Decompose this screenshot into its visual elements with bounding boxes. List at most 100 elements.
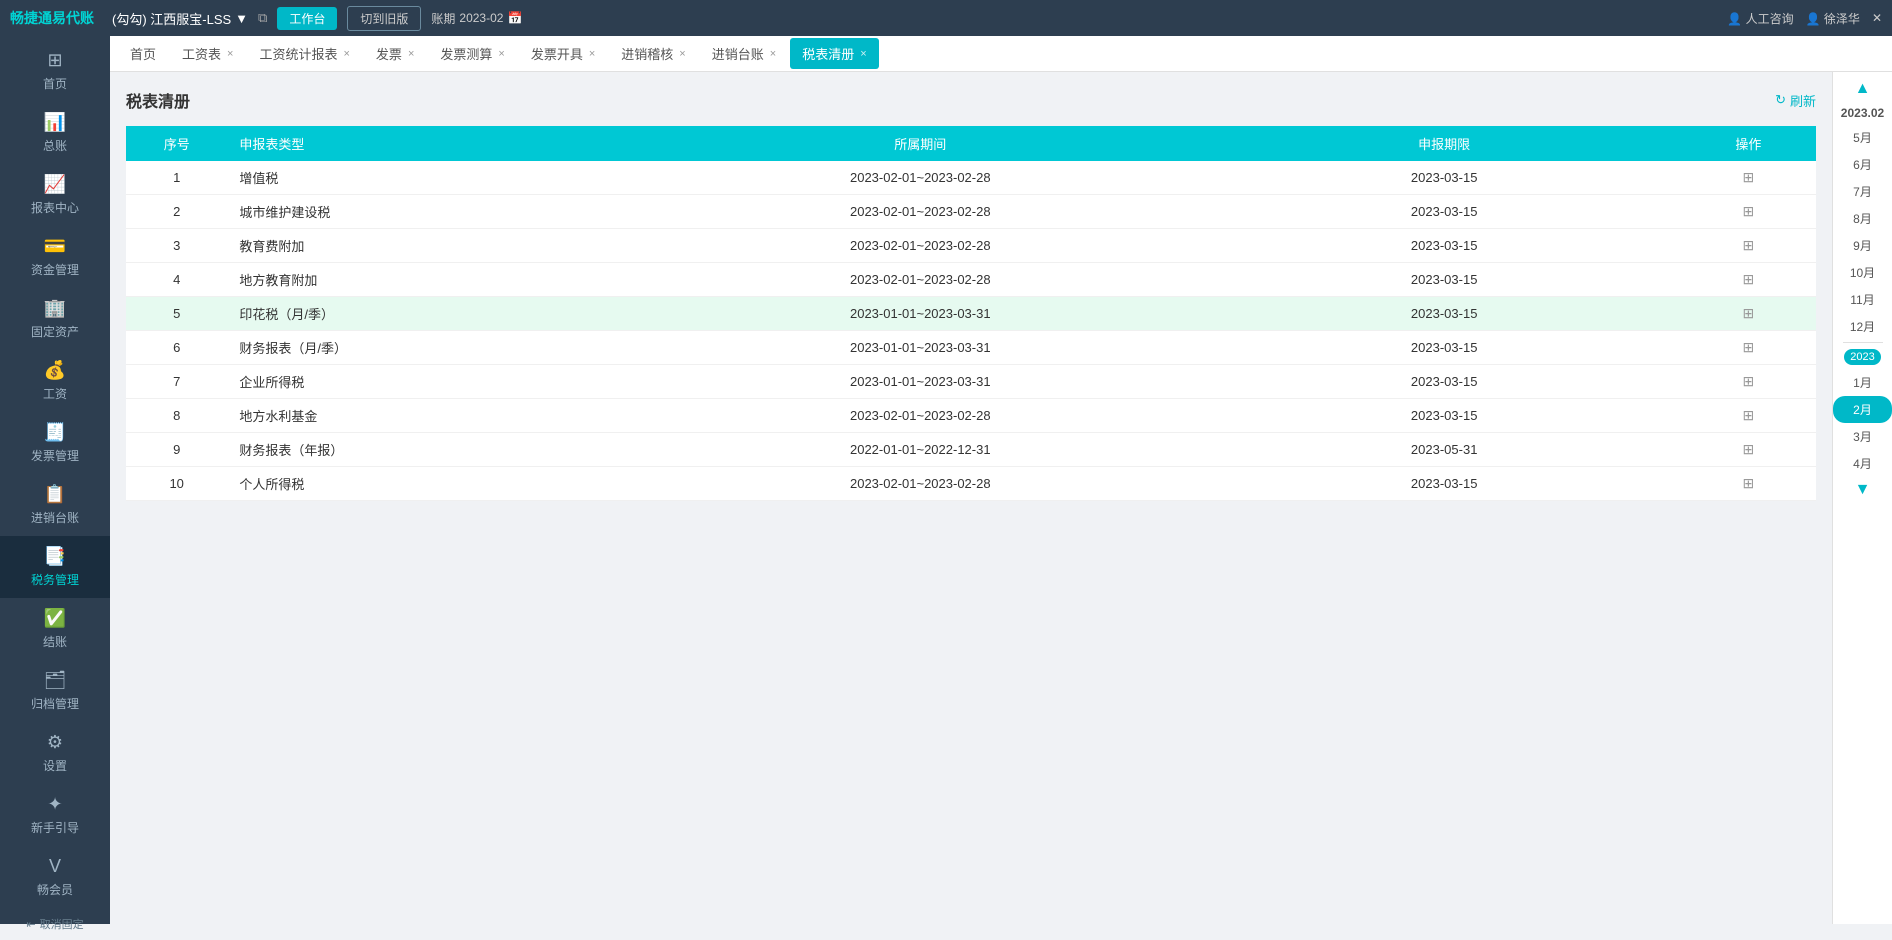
sidebar-item-ledger[interactable]: 📊 总账	[0, 102, 110, 164]
file-icon[interactable]: ⊞	[1743, 203, 1755, 219]
refresh-icon: ↻	[1775, 92, 1786, 108]
scroll-up-icon[interactable]: ▲	[1851, 76, 1875, 102]
tab-invoice-issue[interactable]: 发票开具 ×	[519, 38, 607, 69]
sidebar-item-home[interactable]: ⊞ 首页	[0, 40, 110, 102]
month-12[interactable]: 12月	[1833, 313, 1892, 340]
cell-action[interactable]: ⊞	[1681, 331, 1816, 365]
sidebar-item-assets[interactable]: 🏢 固定资产	[0, 288, 110, 350]
month-7[interactable]: 7月	[1833, 178, 1892, 205]
cell-action[interactable]: ⊞	[1681, 467, 1816, 501]
cell-action[interactable]: ⊞	[1681, 195, 1816, 229]
tab-purchasesales-ledger[interactable]: 进销台账 ×	[700, 38, 788, 69]
sidebar-item-funds[interactable]: 💳 资金管理	[0, 226, 110, 288]
sidebar-item-label: 新手引导	[31, 819, 79, 836]
tab-close-icon[interactable]: ×	[860, 48, 866, 60]
file-icon[interactable]: ⊞	[1743, 475, 1755, 491]
sidebar-item-guide[interactable]: ✦ 新手引导	[0, 784, 110, 846]
cell-action[interactable]: ⊞	[1681, 297, 1816, 331]
cell-period: 2023-01-01~2023-03-31	[633, 331, 1208, 365]
tab-tax-list[interactable]: 税表清册 ×	[790, 38, 878, 69]
tab-close-icon[interactable]: ×	[679, 48, 685, 60]
month-10[interactable]: 10月	[1833, 259, 1892, 286]
company-selector[interactable]: (勾勾) 江西服宝-LSS ▼	[112, 9, 248, 28]
tab-payroll[interactable]: 工资表 ×	[170, 38, 245, 69]
switch-old-button[interactable]: 切到旧版	[347, 6, 421, 31]
file-icon[interactable]: ⊞	[1743, 271, 1755, 287]
cell-action[interactable]: ⊞	[1681, 365, 1816, 399]
unpin-button[interactable]: ⇤ 取消固定	[0, 908, 110, 940]
username[interactable]: 👤 徐泽华	[1806, 10, 1860, 27]
workspace-button[interactable]: 工作台	[277, 7, 337, 30]
sidebar: ⊞ 首页 📊 总账 📈 报表中心 💳 资金管理 🏢 固定资产 💰 工资 🧾 发票…	[0, 36, 110, 924]
home-icon: ⊞	[47, 50, 62, 71]
file-icon[interactable]: ⊞	[1743, 305, 1755, 321]
sidebar-item-close[interactable]: ✅ 结账	[0, 598, 110, 660]
sidebar-item-archive[interactable]: 🗂 归档管理	[0, 660, 110, 722]
cell-period: 2023-02-01~2023-02-28	[633, 195, 1208, 229]
cell-deadline: 2023-03-15	[1208, 365, 1681, 399]
cell-deadline: 2023-03-15	[1208, 467, 1681, 501]
tab-payroll-report[interactable]: 工资统计报表 ×	[247, 38, 361, 69]
cell-action[interactable]: ⊞	[1681, 263, 1816, 297]
month-2-active[interactable]: 2月	[1833, 396, 1892, 423]
tab-invoice-calc[interactable]: 发票测算 ×	[428, 38, 516, 69]
col-header-no: 序号	[126, 126, 227, 161]
table-row: 10个人所得税2023-02-01~2023-02-282023-03-15⊞	[126, 467, 1816, 501]
period-label: 账期	[431, 10, 455, 27]
calendar-icon[interactable]: 📅	[507, 11, 522, 25]
month-5[interactable]: 5月	[1833, 124, 1892, 151]
year-2023[interactable]: 2023	[1844, 349, 1880, 365]
sidebar-item-member[interactable]: V 畅会员	[0, 846, 110, 908]
file-icon[interactable]: ⊞	[1743, 169, 1755, 185]
sidebar-item-label: 归档管理	[31, 695, 79, 712]
app-logo: 畅捷通易代账	[10, 8, 94, 28]
sidebar-item-tax[interactable]: 📑 税务管理	[0, 536, 110, 598]
panel-header: 2023.02	[1839, 102, 1886, 124]
cell-action[interactable]: ⊞	[1681, 161, 1816, 195]
sidebar-item-reports[interactable]: 📈 报表中心	[0, 164, 110, 226]
sidebar-item-label: 工资	[43, 385, 67, 402]
scroll-down-icon[interactable]: ▼	[1851, 477, 1875, 503]
month-9[interactable]: 9月	[1833, 232, 1892, 259]
tax-table: 序号 申报表类型 所属期间 申报期限 操作 1增值税2023-02-01~202…	[126, 126, 1816, 501]
month-3[interactable]: 3月	[1833, 423, 1892, 450]
cell-action[interactable]: ⊞	[1681, 229, 1816, 263]
user-service[interactable]: 👤 人工咨询	[1727, 10, 1793, 27]
tab-home[interactable]: 首页	[118, 38, 168, 69]
cell-action[interactable]: ⊞	[1681, 433, 1816, 467]
tab-close-icon[interactable]: ×	[408, 48, 414, 60]
file-icon[interactable]: ⊞	[1743, 441, 1755, 457]
file-icon[interactable]: ⊞	[1743, 237, 1755, 253]
refresh-button[interactable]: ↻ 刷新	[1775, 91, 1816, 110]
period-selector[interactable]: 账期 2023-02 📅	[431, 10, 522, 27]
table-row: 1增值税2023-02-01~2023-02-282023-03-15⊞	[126, 161, 1816, 195]
tab-close-icon[interactable]: ×	[227, 48, 233, 60]
tax-icon: 📑	[44, 546, 66, 567]
sidebar-item-purchasesales[interactable]: 📋 进销台账	[0, 474, 110, 536]
cell-no: 10	[126, 467, 227, 501]
cell-action[interactable]: ⊞	[1681, 399, 1816, 433]
sidebar-item-invoice[interactable]: 🧾 发票管理	[0, 412, 110, 474]
close-window-icon[interactable]: ✕	[1872, 11, 1882, 25]
file-icon[interactable]: ⊞	[1743, 339, 1755, 355]
tab-invoice[interactable]: 发票 ×	[364, 38, 426, 69]
table-row: 2城市维护建设税2023-02-01~2023-02-282023-03-15⊞	[126, 195, 1816, 229]
tab-close-icon[interactable]: ×	[343, 48, 349, 60]
file-icon[interactable]: ⊞	[1743, 407, 1755, 423]
cell-no: 2	[126, 195, 227, 229]
tab-close-icon[interactable]: ×	[589, 48, 595, 60]
month-6[interactable]: 6月	[1833, 151, 1892, 178]
month-11[interactable]: 11月	[1833, 286, 1892, 313]
month-1[interactable]: 1月	[1833, 369, 1892, 396]
company-dropdown-icon[interactable]: ▼	[235, 11, 248, 26]
file-icon[interactable]: ⊞	[1743, 373, 1755, 389]
tab-purchasesales-check[interactable]: 进销稽核 ×	[609, 38, 697, 69]
month-4[interactable]: 4月	[1833, 450, 1892, 477]
unpin-label: 取消固定	[40, 916, 84, 932]
month-8[interactable]: 8月	[1833, 205, 1892, 232]
tab-close-icon[interactable]: ×	[498, 48, 504, 60]
sidebar-item-payroll[interactable]: 💰 工资	[0, 350, 110, 412]
sidebar-item-settings[interactable]: ⚙ 设置	[0, 722, 110, 784]
copy-icon[interactable]: ⧉	[258, 10, 267, 26]
tab-close-icon[interactable]: ×	[770, 48, 776, 60]
